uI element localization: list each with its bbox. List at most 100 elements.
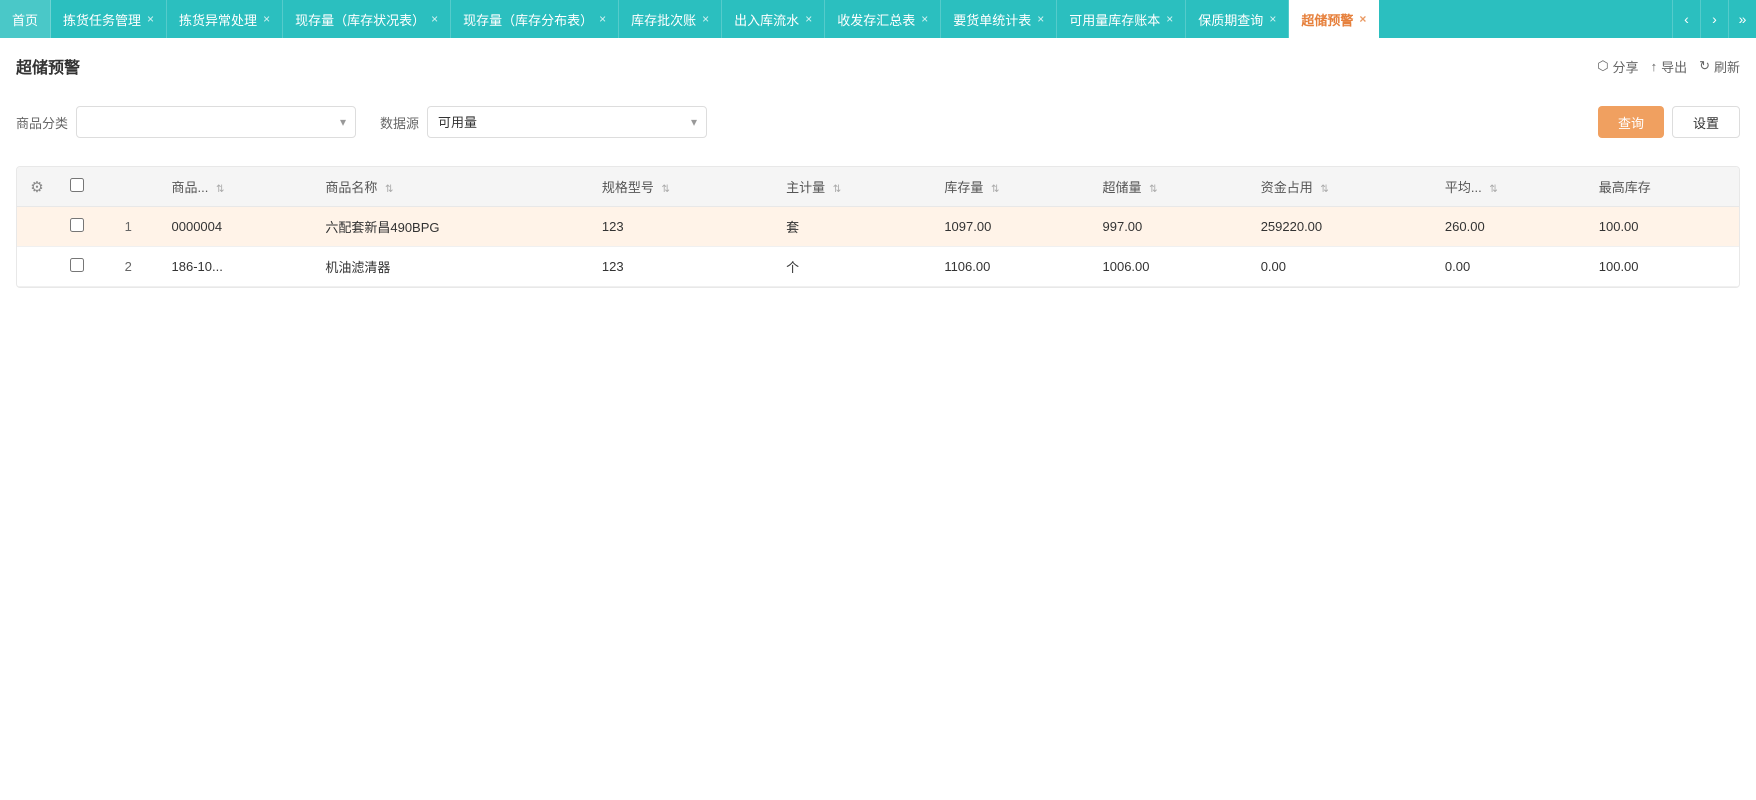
overstock-table: ⚙ 商品... ⇅ 商品名称 ⇅ 规格型号 [17, 167, 1739, 287]
col-unit: 主计量 ⇅ [774, 167, 932, 207]
top-nav: 首页 拣货任务管理 × 拣货异常处理 × 现存量（库存状况表） × 现存量（库存… [0, 0, 1756, 38]
main-content: 超储预警 ⬡ 分享 ↑ 导出 ↻ 刷新 商品分类 [0, 38, 1756, 800]
row-avg-1: 260.00 [1433, 207, 1587, 247]
row-capital-2: 0.00 [1249, 247, 1433, 287]
row-avg-2: 0.00 [1433, 247, 1587, 287]
sort-product-code-icon[interactable]: ⇅ [216, 184, 224, 195]
row-stock-2: 1106.00 [932, 247, 1090, 287]
nav-recv-summary[interactable]: 收发存汇总表 × [825, 0, 941, 38]
row-checkbox-cell [57, 247, 97, 287]
row-unit-2: 个 [774, 247, 932, 287]
close-inventory-status[interactable]: × [431, 12, 438, 26]
query-button[interactable]: 查询 [1598, 106, 1664, 138]
table-row: 1 0000004 六配套新昌490BPG 123 套 1097.00 997.… [17, 207, 1739, 247]
filter-area: 商品分类 数据源 可用量 查询 设置 [16, 94, 1740, 150]
row-num-2: 2 [97, 247, 160, 287]
nav-order-stats[interactable]: 要货单统计表 × [941, 0, 1057, 38]
category-select[interactable] [76, 106, 356, 138]
nav-next-button[interactable]: › [1700, 0, 1728, 38]
refresh-icon: ↻ [1699, 58, 1710, 74]
table-body: 1 0000004 六配套新昌490BPG 123 套 1097.00 997.… [17, 207, 1739, 287]
close-available-account[interactable]: × [1166, 12, 1173, 26]
datasource-select[interactable]: 可用量 [427, 106, 707, 138]
header-row: ⚙ 商品... ⇅ 商品名称 ⇅ 规格型号 [17, 167, 1739, 207]
filter-buttons: 查询 设置 [1598, 106, 1740, 138]
close-task-mgmt[interactable]: × [147, 12, 154, 26]
row-product-name-1: 六配套新昌490BPG [313, 207, 590, 247]
row-spec-1: 123 [590, 207, 774, 247]
col-max-stock: 最高库存 [1587, 167, 1739, 207]
sort-spec-icon[interactable]: ⇅ [662, 184, 670, 195]
col-product-name: 商品名称 ⇅ [313, 167, 590, 207]
col-product-code: 商品... ⇅ [160, 167, 314, 207]
nav-inventory-status[interactable]: 现存量（库存状况表） × [283, 0, 451, 38]
refresh-button[interactable]: ↻ 刷新 [1699, 57, 1740, 76]
close-inout-flow[interactable]: × [805, 12, 812, 26]
row-checkbox-cell [57, 207, 97, 247]
export-icon: ↑ [1651, 59, 1658, 74]
col-avg: 平均... ⇅ [1433, 167, 1587, 207]
nav-available-account[interactable]: 可用量库存账本 × [1057, 0, 1186, 38]
sort-capital-icon[interactable]: ⇅ [1320, 184, 1328, 195]
row-action-cell [17, 207, 57, 247]
row-product-name-2: 机油滤清器 [313, 247, 590, 287]
datasource-select-wrapper: 可用量 [427, 106, 707, 138]
row-checkbox-1[interactable] [70, 218, 84, 232]
row-overstock-2: 1006.00 [1091, 247, 1249, 287]
nav-quality-check[interactable]: 保质期查询 × [1186, 0, 1289, 38]
nav-abnormal[interactable]: 拣货异常处理 × [167, 0, 283, 38]
nav-inout-flow[interactable]: 出入库流水 × [722, 0, 825, 38]
nav-prev-button[interactable]: ‹ [1672, 0, 1700, 38]
close-recv-summary[interactable]: × [921, 12, 928, 26]
category-label: 商品分类 [16, 113, 68, 132]
row-max-stock-2: 100.00 [1587, 247, 1739, 287]
row-checkbox-2[interactable] [70, 258, 84, 272]
col-stock: 库存量 ⇅ [932, 167, 1090, 207]
row-unit-1: 套 [774, 207, 932, 247]
row-action-cell [17, 247, 57, 287]
header-actions: ⬡ 分享 ↑ 导出 ↻ 刷新 [1597, 57, 1740, 76]
sort-stock-icon[interactable]: ⇅ [991, 184, 999, 195]
page-title: 超储预警 [16, 54, 80, 78]
row-spec-2: 123 [590, 247, 774, 287]
table-header: ⚙ 商品... ⇅ 商品名称 ⇅ 规格型号 [17, 167, 1739, 207]
export-button[interactable]: ↑ 导出 [1651, 57, 1688, 76]
col-spec: 规格型号 ⇅ [590, 167, 774, 207]
col-capital: 资金占用 ⇅ [1249, 167, 1433, 207]
sort-avg-icon[interactable]: ⇅ [1489, 184, 1497, 195]
close-batch-account[interactable]: × [702, 12, 709, 26]
nav-home[interactable]: 首页 [0, 0, 51, 38]
nav-task-mgmt[interactable]: 拣货任务管理 × [51, 0, 167, 38]
select-all-checkbox[interactable] [70, 178, 84, 192]
share-button[interactable]: ⬡ 分享 [1597, 57, 1638, 76]
sort-overstock-icon[interactable]: ⇅ [1149, 184, 1157, 195]
nav-more-button[interactable]: » [1728, 0, 1756, 38]
settings-button[interactable]: 设置 [1672, 106, 1740, 138]
nav-inventory-dist[interactable]: 现存量（库存分布表） × [451, 0, 619, 38]
page-header: 超储预警 ⬡ 分享 ↑ 导出 ↻ 刷新 [16, 54, 1740, 78]
category-filter: 商品分类 [16, 106, 356, 138]
row-capital-1: 259220.00 [1249, 207, 1433, 247]
datasource-filter: 数据源 可用量 [380, 106, 707, 138]
nav-overstock-warning[interactable]: 超储预警 × [1289, 0, 1379, 38]
col-checkbox [57, 167, 97, 207]
row-overstock-1: 997.00 [1091, 207, 1249, 247]
row-max-stock-1: 100.00 [1587, 207, 1739, 247]
datasource-label: 数据源 [380, 113, 419, 132]
close-inventory-dist[interactable]: × [599, 12, 606, 26]
share-icon: ⬡ [1597, 58, 1608, 74]
sort-product-name-icon[interactable]: ⇅ [385, 184, 393, 195]
row-stock-1: 1097.00 [932, 207, 1090, 247]
close-overstock-warning[interactable]: × [1359, 12, 1366, 26]
close-abnormal[interactable]: × [263, 12, 270, 26]
sort-unit-icon[interactable]: ⇅ [833, 184, 841, 195]
column-settings-icon[interactable]: ⚙ [30, 179, 43, 196]
col-overstock: 超储量 ⇅ [1091, 167, 1249, 207]
table-row: 2 186-10... 机油滤清器 123 个 1106.00 1006.00 … [17, 247, 1739, 287]
nav-batch-account[interactable]: 库存批次账 × [619, 0, 722, 38]
col-row-num [97, 167, 160, 207]
close-order-stats[interactable]: × [1037, 12, 1044, 26]
category-select-wrapper [76, 106, 356, 138]
row-product-code-2: 186-10... [160, 247, 314, 287]
close-quality-check[interactable]: × [1269, 12, 1276, 26]
